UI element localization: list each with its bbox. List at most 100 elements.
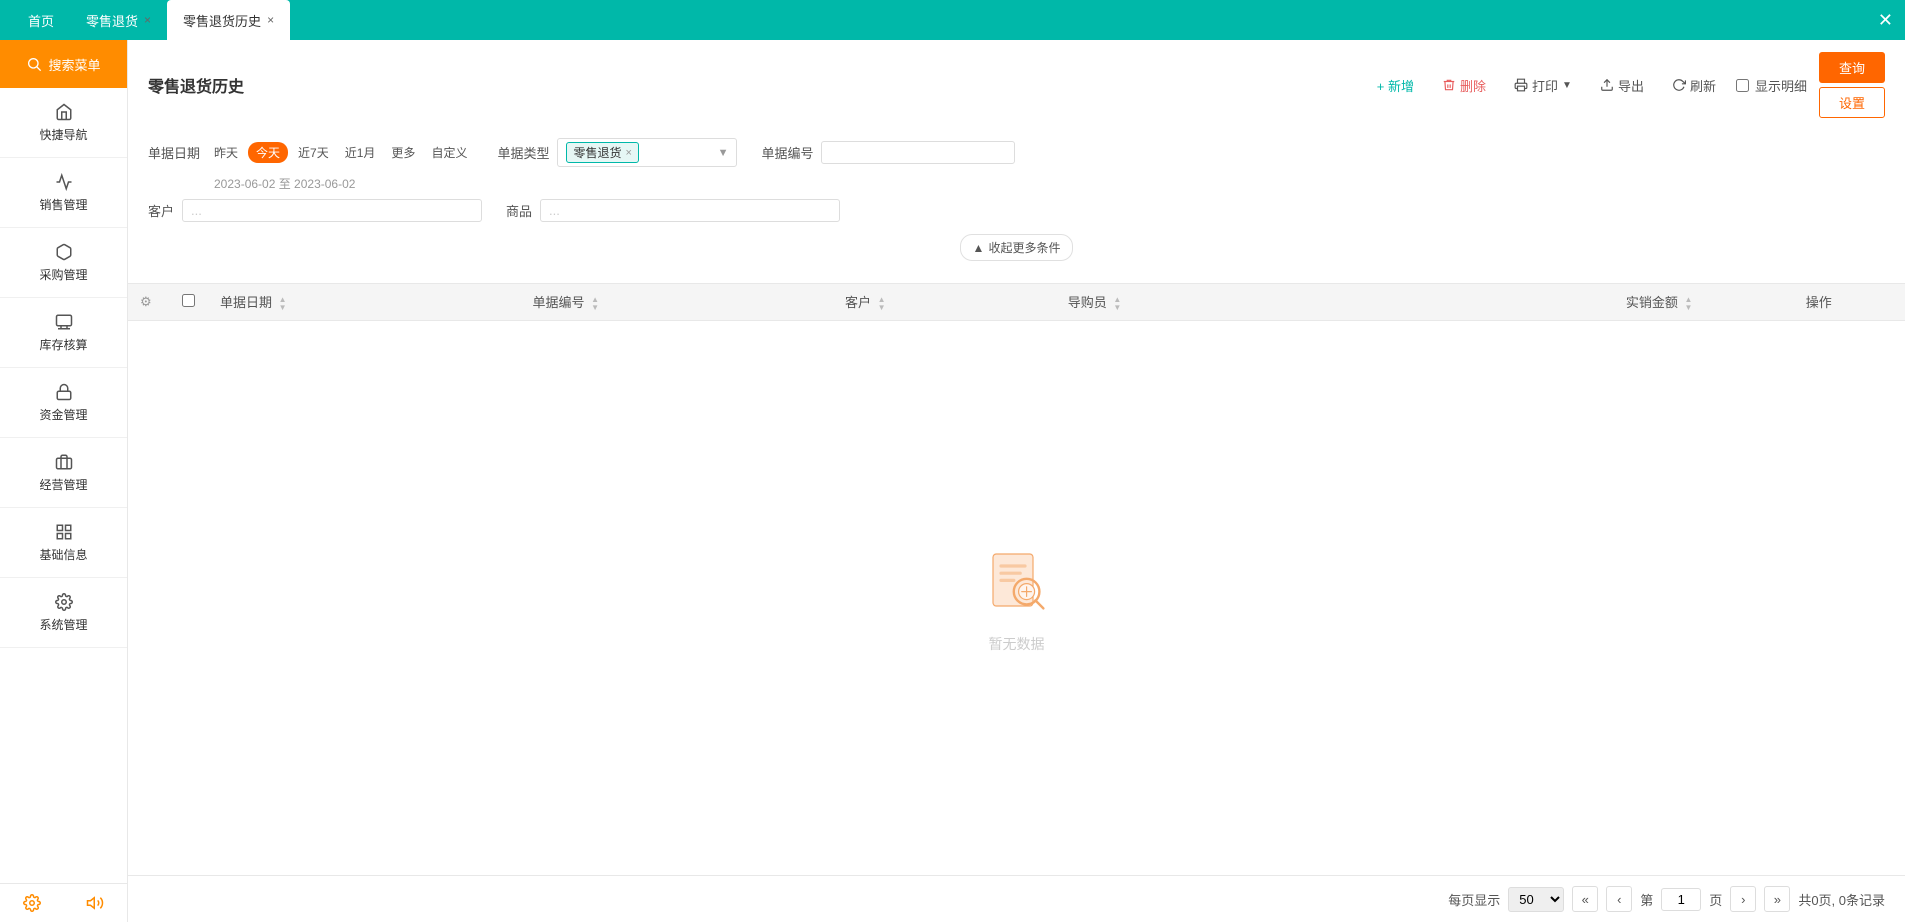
header-actions: + 新增 🗑 删除 删除 打印 ▼ — [1369, 52, 1885, 118]
collapse-button[interactable]: ▲ 收起更多条件 — [960, 234, 1074, 261]
page-number-input[interactable] — [1661, 888, 1701, 911]
tab-retail-return-history[interactable]: 零售退货历史 × — [167, 0, 290, 40]
bill-type-tag-close[interactable]: × — [625, 147, 631, 159]
lock-icon — [54, 382, 74, 402]
collapse-label: 收起更多条件 — [988, 239, 1060, 256]
goods-label: 商品 — [506, 201, 532, 220]
date-range-value: 2023-06-02 至 2023-06-02 — [214, 177, 355, 191]
setting-button[interactable]: 设置 — [1819, 87, 1885, 118]
sidebar-item-finance-label: 资金管理 — [39, 406, 87, 423]
export-button[interactable]: 导出 — [1592, 72, 1652, 99]
select-all-checkbox[interactable] — [182, 294, 195, 307]
sidebar-sound-btn[interactable] — [64, 884, 128, 922]
sidebar-item-finance[interactable]: 资金管理 — [0, 368, 127, 438]
col-bill-date: 单据日期 ▲▼ — [208, 284, 520, 320]
sidebar-item-basic-info[interactable]: 基础信息 — [0, 508, 127, 578]
date-btn-last30[interactable]: 近1月 — [339, 142, 382, 163]
tab-home-label: 首页 — [28, 11, 54, 30]
tab-home[interactable]: 首页 — [12, 0, 70, 40]
prev-page-button[interactable]: ‹ — [1606, 886, 1632, 912]
empty-state: 暂无数据 — [128, 321, 1905, 875]
new-button[interactable]: + 新增 — [1369, 72, 1422, 99]
filter-row-2: 客户 ... 商品 ... — [148, 199, 1885, 222]
sidebar-item-inventory-label: 库存核算 — [39, 336, 87, 353]
goods-placeholder: ... — [549, 203, 560, 218]
sort-bill-no-icon[interactable]: ▲▼ — [591, 296, 599, 312]
customer-select[interactable]: ... — [182, 199, 482, 222]
col-guide: 导购员 ▲▼ — [1056, 284, 1324, 320]
content-area: 零售退货历史 + 新增 🗑 删除 删除 打印 — [128, 40, 1905, 922]
sort-guide-icon[interactable]: ▲▼ — [1113, 296, 1121, 312]
main-layout: 搜索菜单 快捷导航 销售管理 — [0, 40, 1905, 922]
filter-customer: 客户 ... — [148, 199, 482, 222]
sidebar-item-operation[interactable]: 经营管理 — [0, 438, 127, 508]
display-detail-label[interactable]: 显示明细 — [1755, 76, 1807, 95]
table-wrap: ⚙ 单据日期 ▲▼ 单据编号 ▲▼ — [128, 284, 1905, 875]
tab-retail-return-history-label: 零售退货历史 — [183, 11, 261, 30]
table-settings-icon[interactable]: ⚙ — [140, 294, 152, 309]
bill-type-dropdown-icon: ▼ — [718, 147, 729, 159]
sidebar-item-purchase-mgmt[interactable]: 采购管理 — [0, 228, 127, 298]
box-icon — [54, 242, 74, 262]
display-detail: 显示明细 — [1736, 76, 1807, 95]
sort-amount-icon[interactable]: ▲▼ — [1684, 296, 1692, 312]
date-btn-custom[interactable]: 自定义 — [425, 142, 473, 163]
print-button[interactable]: 打印 ▼ — [1506, 72, 1580, 99]
customer-label: 客户 — [148, 201, 174, 220]
page-label: 第 — [1640, 890, 1653, 909]
date-options: 昨天 今天 近7天 近1月 更多 自定义 — [208, 142, 473, 163]
date-btn-last7[interactable]: 近7天 — [292, 142, 335, 163]
bill-type-select[interactable]: 零售退货 × ▼ — [557, 138, 737, 167]
date-btn-yesterday[interactable]: 昨天 — [208, 142, 244, 163]
tab-retail-return-label: 零售退货 — [86, 11, 138, 30]
empty-text: 暂无数据 — [989, 634, 1045, 654]
bill-type-tag-value: 零售退货 — [573, 144, 621, 161]
last-page-button[interactable]: » — [1764, 886, 1790, 912]
sort-customer-icon[interactable]: ▲▼ — [878, 296, 886, 312]
data-table: ⚙ 单据日期 ▲▼ 单据编号 ▲▼ — [128, 284, 1905, 321]
sidebar-item-quick-nav[interactable]: 快捷导航 — [0, 88, 127, 158]
sidebar-search-label: 搜索菜单 — [48, 55, 100, 74]
filter-goods: 商品 ... — [506, 199, 840, 222]
col-action: 操作 — [1732, 284, 1905, 320]
collapse-up-icon: ▲ — [973, 241, 985, 255]
bill-no-input[interactable] — [821, 141, 1015, 164]
tab-retail-return[interactable]: 零售退货 × — [70, 0, 167, 40]
tab-retail-return-close[interactable]: × — [144, 13, 151, 27]
query-button[interactable]: 查询 — [1819, 52, 1885, 83]
topbar-close-icon[interactable]: ✕ — [1878, 10, 1893, 31]
search-icon — [26, 56, 42, 72]
goods-select[interactable]: ... — [540, 199, 840, 222]
refresh-button[interactable]: 刷新 — [1664, 72, 1724, 99]
pagination-bar: 每页显示 10 20 50 100 « ‹ 第 页 › » 共0页, 0条记录 — [128, 875, 1905, 922]
col-check — [168, 284, 208, 320]
col-settings: ⚙ — [128, 284, 168, 320]
bill-date-label: 单据日期 — [148, 143, 200, 162]
bill-no-label: 单据编号 — [761, 143, 813, 162]
refresh-icon — [1672, 78, 1686, 92]
total-label: 共0页, 0条记录 — [1798, 890, 1885, 909]
tab-retail-return-history-close[interactable]: × — [267, 13, 274, 27]
settings-icon — [54, 592, 74, 612]
per-page-select[interactable]: 10 20 50 100 — [1508, 887, 1564, 912]
sidebar-search[interactable]: 搜索菜单 — [0, 40, 127, 88]
print-icon — [1514, 78, 1528, 92]
customer-placeholder: ... — [191, 203, 202, 218]
date-btn-more[interactable]: 更多 — [385, 142, 421, 163]
warehouse-icon — [54, 312, 74, 332]
sidebar-settings-btn[interactable] — [0, 884, 64, 922]
empty-illustration — [977, 542, 1057, 622]
filter-area: 单据日期 昨天 今天 近7天 近1月 更多 自定义 单据类型 — [148, 128, 1885, 283]
per-page-label: 每页显示 — [1448, 890, 1500, 909]
chart-icon — [54, 172, 74, 192]
sort-bill-date-icon[interactable]: ▲▼ — [279, 296, 287, 312]
delete-button[interactable]: 🗑 删除 删除 — [1434, 72, 1494, 99]
date-btn-today[interactable]: 今天 — [248, 142, 288, 163]
display-detail-checkbox[interactable] — [1736, 79, 1749, 92]
first-page-button[interactable]: « — [1572, 886, 1598, 912]
sidebar-item-sales-mgmt[interactable]: 销售管理 — [0, 158, 127, 228]
filter-bill-no: 单据编号 — [761, 141, 1015, 164]
sidebar-item-system-mgmt[interactable]: 系统管理 — [0, 578, 127, 648]
next-page-button[interactable]: › — [1730, 886, 1756, 912]
sidebar-item-inventory[interactable]: 库存核算 — [0, 298, 127, 368]
